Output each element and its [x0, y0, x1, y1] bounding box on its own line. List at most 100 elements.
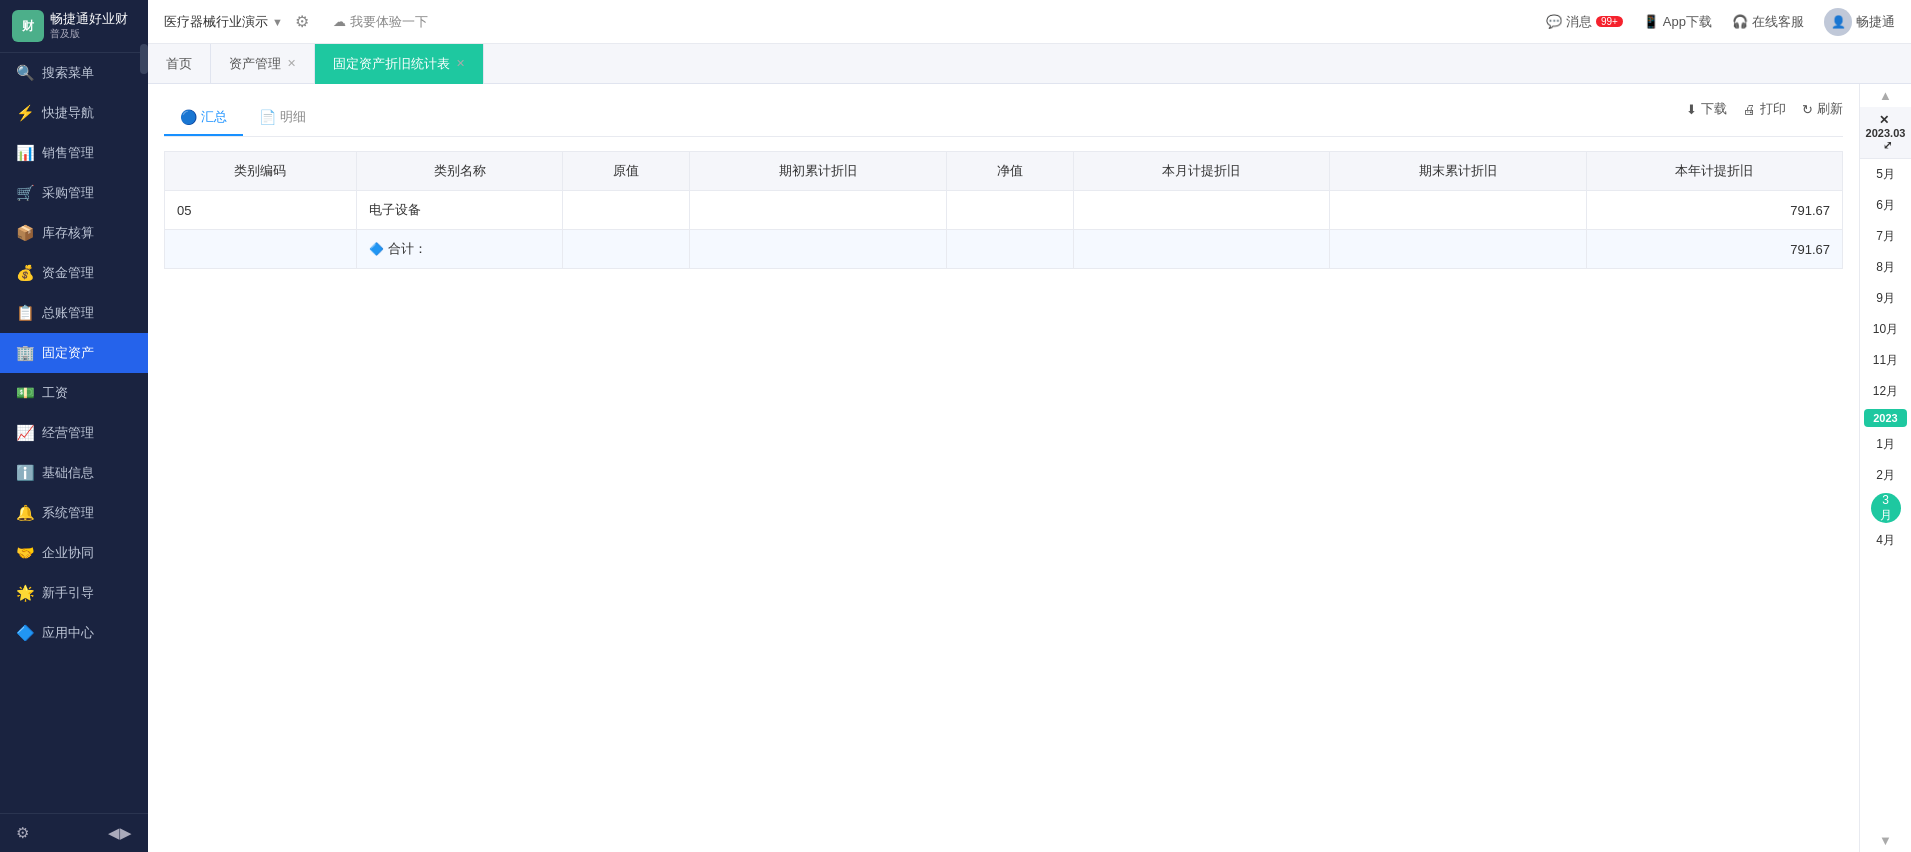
date-month-item[interactable]: 7月 [1860, 221, 1911, 252]
date-panel-title: 2023.03 [1866, 127, 1906, 139]
col-header: 原值 [563, 152, 690, 191]
date-panel-close-icon[interactable]: ✕ [1879, 113, 1889, 127]
date-month-item[interactable]: 1月 [1860, 429, 1911, 460]
subtotal-cell [165, 230, 357, 269]
tab-close-asset-mgmt[interactable]: ✕ [287, 57, 296, 70]
sidebar-scrollbar[interactable] [140, 44, 148, 74]
table-row: 05电子设备791.67 [165, 191, 1843, 230]
print-label: 打印 [1760, 100, 1786, 118]
sidebar-item-quick-nav[interactable]: ⚡ 快捷导航 [0, 93, 148, 133]
date-month-item[interactable]: 10月 [1860, 314, 1911, 345]
subtotal-cell [1073, 230, 1329, 269]
tab-close-depreciation[interactable]: ✕ [456, 57, 465, 70]
sidebar-item-salary[interactable]: 💵 工资 [0, 373, 148, 413]
table-cell [946, 191, 1073, 230]
customer-service-button[interactable]: 🎧 在线客服 [1732, 13, 1804, 31]
settings-gear-icon[interactable]: ⚙ [295, 12, 309, 31]
user-label: 畅捷通 [1856, 13, 1895, 31]
sidebar-item-fixed-assets[interactable]: 🏢 固定资产 [0, 333, 148, 373]
sidebar-item-app-center[interactable]: 🔷 应用中心 [0, 613, 148, 653]
sub-tab-detail[interactable]: 📄 明细 [243, 100, 322, 136]
sidebar-item-inventory[interactable]: 📦 库存核算 [0, 213, 148, 253]
date-panel-scroll[interactable]: 5月6月7月8月9月10月11月12月20231月2月3月4月 [1860, 159, 1911, 829]
sub-tab-summary[interactable]: 🔵 汇总 [164, 100, 243, 136]
print-button[interactable]: 🖨 打印 [1743, 100, 1786, 118]
sidebar-logo: 财 畅捷通好业财 普及版 [0, 0, 148, 53]
sidebar-item-sales[interactable]: 📊 销售管理 [0, 133, 148, 173]
date-panel-down[interactable]: ▼ [1860, 829, 1911, 852]
subtotal-row: 🔷合计： 791.67 [165, 230, 1843, 269]
topbar-right: 💬 消息 99+ 📱 App下载 🎧 在线客服 👤 畅捷通 [1546, 8, 1895, 36]
refresh-label: 刷新 [1817, 100, 1843, 118]
sidebar-item-purchase[interactable]: 🛒 采购管理 [0, 173, 148, 213]
tab-asset-mgmt[interactable]: 资产管理✕ [211, 44, 315, 84]
customer-service-icon: 🎧 [1732, 14, 1748, 29]
table-cell [690, 191, 946, 230]
sidebar-item-enterprise[interactable]: 🤝 企业协同 [0, 533, 148, 573]
company-selector[interactable]: 医疗器械行业演示 ▼ [164, 13, 283, 31]
inventory-icon: 📦 [16, 224, 34, 242]
subtotal-cell: 791.67 [1586, 230, 1842, 269]
download-button[interactable]: ⬇ 下载 [1686, 100, 1727, 118]
col-header: 类别编码 [165, 152, 357, 191]
sidebar: 财 畅捷通好业财 普及版 🔍 搜索菜单 ⚡ 快捷导航 📊 销售管理 🛒 采购管理… [0, 0, 148, 852]
date-panel: ▲ ✕ 2023.03 ⤢ 5月6月7月8月9月10月11月12月20231月2… [1859, 84, 1911, 852]
date-month-item[interactable]: 8月 [1860, 252, 1911, 283]
subtotal-cell [1330, 230, 1586, 269]
date-month-item[interactable]: 6月 [1860, 190, 1911, 221]
table-cell: 05 [165, 191, 357, 230]
date-month-item[interactable]: 3月 [1871, 493, 1901, 523]
main-area: 医疗器械行业演示 ▼ ⚙ ☁ 我要体验一下 💬 消息 99+ 📱 App下载 🎧… [148, 0, 1911, 852]
date-month-item[interactable]: 11月 [1860, 345, 1911, 376]
tab-label-home: 首页 [166, 55, 192, 73]
date-month-item[interactable]: 9月 [1860, 283, 1911, 314]
sidebar-item-label-enterprise: 企业协同 [42, 544, 94, 562]
date-month-item[interactable]: 12月 [1860, 376, 1911, 407]
col-header: 本月计提折旧 [1073, 152, 1329, 191]
settings-icon[interactable]: ⚙ [16, 824, 29, 842]
date-panel-up[interactable]: ▲ [1860, 84, 1911, 107]
sidebar-nav: 🔍 搜索菜单 ⚡ 快捷导航 📊 销售管理 🛒 采购管理 📦 库存核算 💰 资金管… [0, 53, 148, 813]
sidebar-item-label-inventory: 库存核算 [42, 224, 94, 242]
table-toolbar: ⬇ 下载 🖨 打印 ↻ 刷新 [1686, 100, 1843, 118]
sidebar-item-label-ledger: 总账管理 [42, 304, 94, 322]
date-month-item[interactable]: 2月 [1860, 460, 1911, 491]
sidebar-item-basic-info[interactable]: ℹ️ 基础信息 [0, 453, 148, 493]
sidebar-item-label-sales: 销售管理 [42, 144, 94, 162]
tab-depreciation[interactable]: 固定资产折旧统计表✕ [315, 44, 484, 84]
sidebar-item-finance[interactable]: 💰 资金管理 [0, 253, 148, 293]
sidebar-item-label-guide: 新手引导 [42, 584, 94, 602]
purchase-icon: 🛒 [16, 184, 34, 202]
subtotal-cell [563, 230, 690, 269]
customer-service-label: 在线客服 [1752, 13, 1804, 31]
tab-home[interactable]: 首页 [148, 44, 211, 84]
col-header: 类别名称 [356, 152, 563, 191]
sidebar-item-guide[interactable]: 🌟 新手引导 [0, 573, 148, 613]
trial-button[interactable]: ☁ 我要体验一下 [333, 13, 428, 31]
sidebar-item-system[interactable]: 🔔 系统管理 [0, 493, 148, 533]
subtotal-cell: 🔷合计： [356, 230, 563, 269]
sub-tab-label-detail: 明细 [280, 108, 306, 126]
enterprise-icon: 🤝 [16, 544, 34, 562]
date-panel-expand-icon[interactable]: ⤢ [1883, 139, 1892, 151]
user-profile[interactable]: 👤 畅捷通 [1824, 8, 1895, 36]
depreciation-table-wrap: 类别编码类别名称原值期初累计折旧净值本月计提折旧期末累计折旧本年计提折旧05电子… [164, 151, 1843, 269]
date-month-item[interactable]: 5月 [1860, 159, 1911, 190]
date-month-item[interactable]: 4月 [1860, 525, 1911, 556]
refresh-icon: ↻ [1802, 102, 1813, 117]
logo-text: 畅捷通好业财 [50, 11, 128, 28]
sidebar-item-search[interactable]: 🔍 搜索菜单 [0, 53, 148, 93]
table-cell: 791.67 [1586, 191, 1842, 230]
messages-icon: 💬 [1546, 14, 1562, 29]
sidebar-item-operations[interactable]: 📈 经营管理 [0, 413, 148, 453]
app-download-button[interactable]: 📱 App下载 [1643, 13, 1712, 31]
subtotal-cell [690, 230, 946, 269]
basic-info-icon: ℹ️ [16, 464, 34, 482]
refresh-button[interactable]: ↻ 刷新 [1802, 100, 1843, 118]
collapse-icon[interactable]: ◀▶ [108, 824, 132, 842]
messages-button[interactable]: 💬 消息 99+ [1546, 13, 1623, 31]
sales-icon: 📊 [16, 144, 34, 162]
sidebar-item-ledger[interactable]: 📋 总账管理 [0, 293, 148, 333]
search-icon: 🔍 [16, 64, 34, 82]
tabbar: 首页 资产管理✕固定资产折旧统计表✕ [148, 44, 1911, 84]
